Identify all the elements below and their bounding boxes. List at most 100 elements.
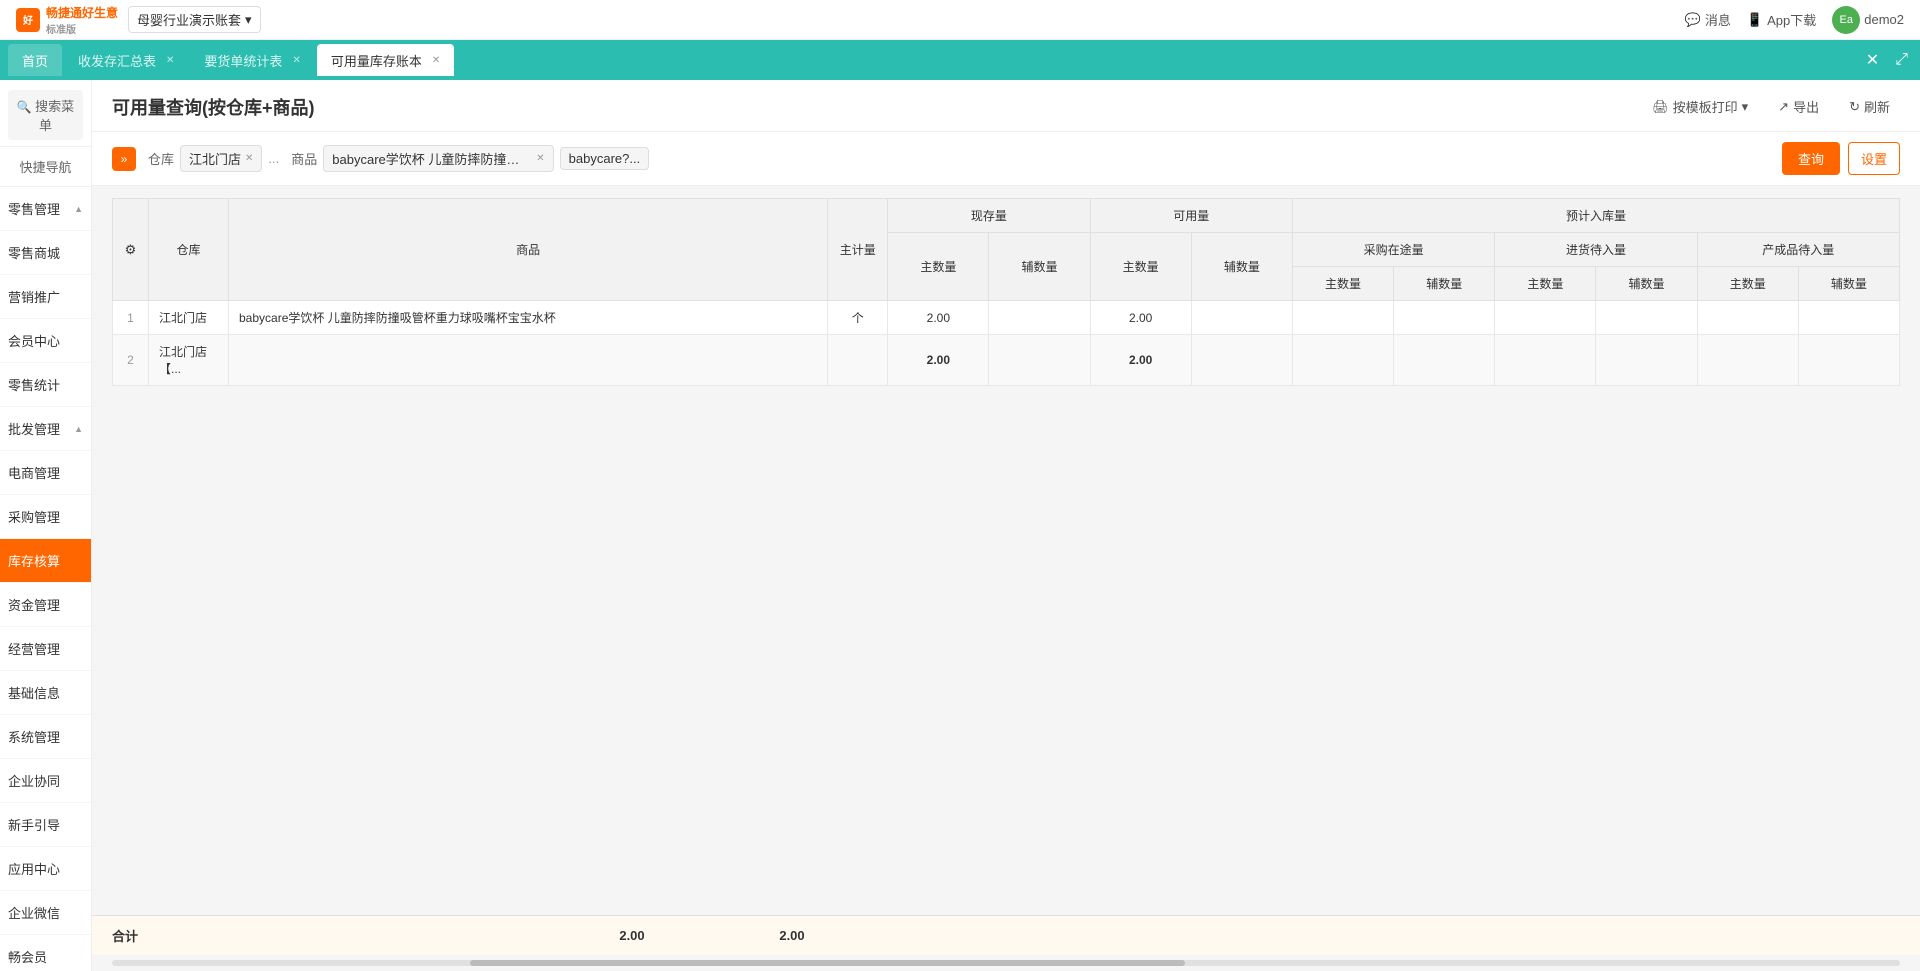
tab-bar-right: ✕ ⤢ xyxy=(1862,46,1912,74)
footer-label: 合计 xyxy=(112,926,272,945)
page-actions: 🖨 按模板打印 ▾ ↗ 导出 ↻ 刷新 xyxy=(1642,92,1900,121)
filter-expand-button[interactable]: » xyxy=(112,147,136,171)
refresh-button[interactable]: ↻ 刷新 xyxy=(1839,92,1900,121)
tab-close-all-icon[interactable]: ✕ xyxy=(1862,46,1883,74)
sidebar: 🔍 搜索菜单 快捷导航 零售管理 零售商城 营销推广 会员中心 零售统计 批发管… xyxy=(0,80,92,971)
row-product-2 xyxy=(229,335,828,386)
table-row: 2 江北门店【... 2.00 2.00 xyxy=(113,335,1900,386)
message-button[interactable]: 💬 消息 xyxy=(1685,10,1731,29)
print-button[interactable]: 🖨 按模板打印 ▾ xyxy=(1642,92,1758,121)
footer-current-main: 2.00 xyxy=(619,928,644,943)
app-download-button[interactable]: 📱 App下载 xyxy=(1747,10,1816,29)
product-tag-1-close[interactable]: ✕ xyxy=(536,153,544,164)
row-available-aux-1 xyxy=(1191,301,1292,335)
message-icon: 💬 xyxy=(1685,12,1701,28)
footer-cells: 合计 2.00 2.00 xyxy=(112,926,1900,945)
th-planned-in: 预计入库量 xyxy=(1292,199,1899,233)
tab-home[interactable]: 首页 xyxy=(8,44,62,76)
row-production-aux-2 xyxy=(1798,335,1899,386)
sidebar-item-ecommerce[interactable]: 电商管理 xyxy=(0,451,91,495)
sidebar-item-finance[interactable]: 资金管理 xyxy=(0,583,91,627)
sidebar-item-marketing[interactable]: 营销推广 xyxy=(0,275,91,319)
sidebar-item-enterprise[interactable]: 企业协同 xyxy=(0,759,91,803)
scroll-track[interactable] xyxy=(112,960,1900,966)
warehouse-filter: 仓库 江北门店 ✕ ... xyxy=(148,145,279,172)
tab-summary[interactable]: 收发存汇总表 ✕ xyxy=(64,44,188,76)
filter-bar: » 仓库 江北门店 ✕ ... 商品 babycare学饮杯 儿童防摔防撞吸管杯… xyxy=(92,132,1920,186)
th-purchase-transit: 采购在途量 xyxy=(1292,233,1494,267)
scroll-thumb[interactable] xyxy=(470,960,1185,966)
row-production-main-2 xyxy=(1697,335,1798,386)
sidebar-item-purchase[interactable]: 采购管理 xyxy=(0,495,91,539)
th-production-main: 主数量 xyxy=(1697,267,1798,301)
warehouse-tag[interactable]: 江北门店 ✕ xyxy=(180,145,262,172)
row-purchase-main-1 xyxy=(1292,301,1393,335)
sidebar-item-retail-mall[interactable]: 零售商城 xyxy=(0,231,91,275)
sidebar-item-basic-info[interactable]: 基础信息 xyxy=(0,671,91,715)
th-warehouse: 仓库 xyxy=(149,199,229,301)
table-footer: 合计 2.00 2.00 xyxy=(92,915,1920,955)
query-button[interactable]: 查询 xyxy=(1782,142,1840,175)
tab-close-order[interactable]: ✕ xyxy=(292,55,300,66)
row-num-2: 2 xyxy=(113,335,149,386)
sidebar-item-app-center[interactable]: 应用中心 xyxy=(0,847,91,891)
row-num-1: 1 xyxy=(113,301,149,335)
sidebar-item-member-center[interactable]: 会员中心 xyxy=(0,319,91,363)
quick-nav-button[interactable]: 快捷导航 xyxy=(0,147,91,187)
row-incoming-main-1 xyxy=(1495,301,1596,335)
refresh-icon: ↻ xyxy=(1849,99,1860,115)
search-menu-button[interactable]: 🔍 搜索菜单 xyxy=(8,90,83,140)
sidebar-item-operations[interactable]: 经营管理 xyxy=(0,627,91,671)
warehouse-more[interactable]: ... xyxy=(268,151,279,166)
row-available-main-2: 2.00 xyxy=(1090,335,1191,386)
logo-icon: 好 xyxy=(16,8,40,32)
th-available-aux: 辅数量 xyxy=(1191,233,1292,301)
top-bar-right: 💬 消息 📱 App下载 Ea demo2 xyxy=(1685,6,1904,34)
industry-selector[interactable]: 母婴行业演示账套 ▾ xyxy=(128,6,261,33)
user-area[interactable]: Ea demo2 xyxy=(1832,6,1904,34)
sidebar-item-wholesale[interactable]: 批发管理 xyxy=(0,407,91,451)
logo-area: 好 畅捷通好生意 标准版 xyxy=(16,4,118,36)
tab-close-stock[interactable]: ✕ xyxy=(432,55,440,66)
tab-order[interactable]: 要货单统计表 ✕ xyxy=(190,44,314,76)
export-button[interactable]: ↗ 导出 xyxy=(1768,92,1829,121)
scroll-area[interactable] xyxy=(92,955,1920,971)
chevron-down-icon: ▾ xyxy=(245,12,252,28)
maximize-icon[interactable]: ⤢ xyxy=(1891,47,1912,73)
sidebar-item-system[interactable]: 系统管理 xyxy=(0,715,91,759)
tab-close-summary[interactable]: ✕ xyxy=(166,55,174,66)
sidebar-item-member[interactable]: 畅会员 xyxy=(0,935,91,971)
row-current-aux-1 xyxy=(989,301,1090,335)
th-incoming-pending: 进货待入量 xyxy=(1495,233,1697,267)
top-bar-left: 好 畅捷通好生意 标准版 母婴行业演示账套 ▾ xyxy=(16,4,261,36)
row-product-1: babycare学饮杯 儿童防摔防撞吸管杯重力球吸嘴杯宝宝水杯 xyxy=(229,301,828,335)
warehouse-tag-close[interactable]: ✕ xyxy=(245,153,253,164)
filter-actions: 查询 设置 xyxy=(1782,142,1900,175)
top-bar: 好 畅捷通好生意 标准版 母婴行业演示账套 ▾ 💬 消息 📱 App下载 Ea … xyxy=(0,0,1920,40)
page-header: 可用量查询(按仓库+商品) 🖨 按模板打印 ▾ ↗ 导出 ↻ 刷新 xyxy=(92,80,1920,132)
table-row: 1 江北门店 babycare学饮杯 儿童防摔防撞吸管杯重力球吸嘴杯宝宝水杯 个… xyxy=(113,301,1900,335)
th-incoming-aux: 辅数量 xyxy=(1596,267,1697,301)
settings-button[interactable]: 设置 xyxy=(1848,142,1900,175)
row-unit-1: 个 xyxy=(828,301,888,335)
th-unit: 主计量 xyxy=(828,199,888,301)
sidebar-item-inventory[interactable]: 库存核算 xyxy=(0,539,91,583)
table-container[interactable]: ⚙ 仓库 商品 主计量 现存量 可用量 预计入库量 主数量 辅数量 主数量 辅数… xyxy=(92,186,1920,915)
sidebar-item-retail-stats[interactable]: 零售统计 xyxy=(0,363,91,407)
row-purchase-aux-1 xyxy=(1394,301,1495,335)
sidebar-search: 🔍 搜索菜单 xyxy=(0,80,91,147)
sidebar-item-wechat[interactable]: 企业微信 xyxy=(0,891,91,935)
product-tag-2[interactable]: babycare?... xyxy=(560,147,650,170)
row-purchase-main-2 xyxy=(1292,335,1393,386)
product-tag-1[interactable]: babycare学饮杯 儿童防摔防撞吸管杯重力球吸嘴杯宝宝水杯 ✕ xyxy=(323,145,553,172)
tab-bar: 首页 收发存汇总表 ✕ 要货单统计表 ✕ 可用量库存账本 ✕ ✕ ⤢ xyxy=(0,40,1920,80)
sidebar-item-newbie[interactable]: 新手引导 xyxy=(0,803,91,847)
th-gear[interactable]: ⚙ xyxy=(113,199,149,301)
th-purchase-main: 主数量 xyxy=(1292,267,1393,301)
row-purchase-aux-2 xyxy=(1394,335,1495,386)
row-warehouse-2: 江北门店【... xyxy=(149,335,229,386)
th-available-main: 主数量 xyxy=(1090,233,1191,301)
tab-stock[interactable]: 可用量库存账本 ✕ xyxy=(317,44,454,76)
avatar: Ea xyxy=(1832,6,1860,34)
sidebar-item-retail-mgmt[interactable]: 零售管理 xyxy=(0,187,91,231)
